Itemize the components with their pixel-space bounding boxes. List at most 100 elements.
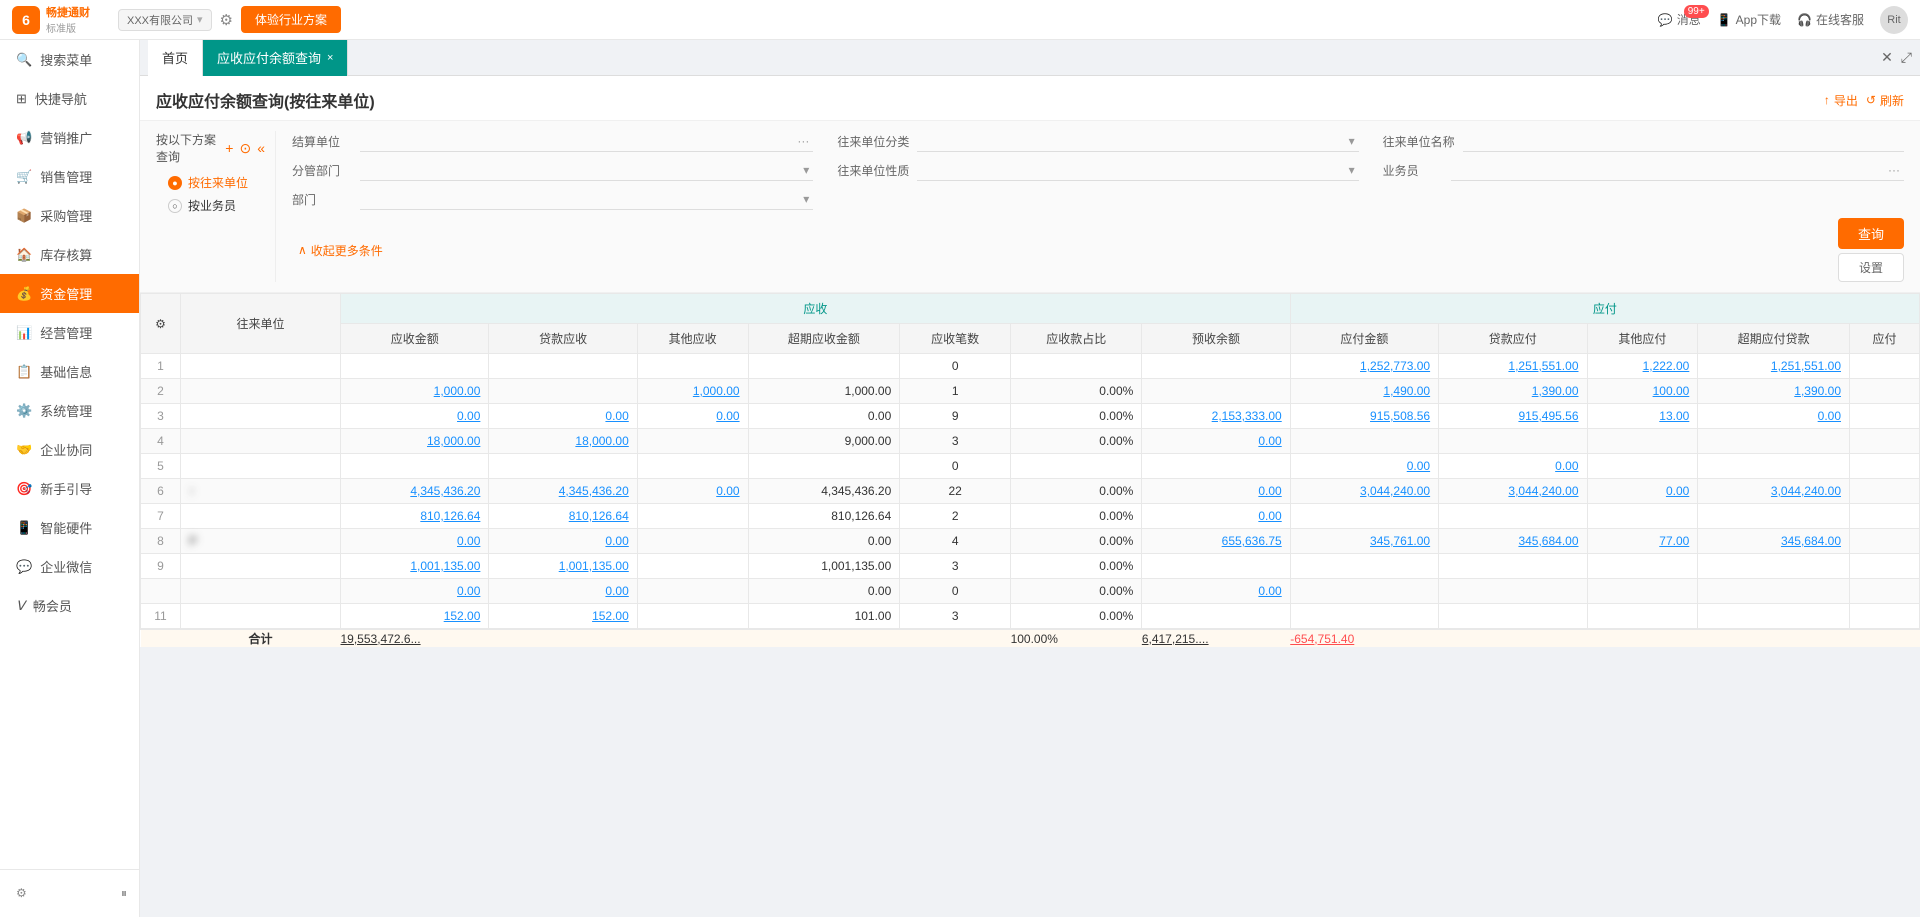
td-other-ar[interactable]: [637, 529, 748, 554]
td-ar-amount[interactable]: 0.00: [341, 579, 489, 604]
sidebar-item-sales[interactable]: 🛒 销售管理: [0, 157, 139, 196]
td-other-ap[interactable]: [1587, 604, 1698, 630]
unit-category-select[interactable]: ▾: [917, 131, 1358, 152]
sidebar-item-hardware[interactable]: 📱 智能硬件: [0, 508, 139, 547]
td-loan-ar[interactable]: 4,345,436.20: [489, 479, 637, 504]
tab-home[interactable]: 首页: [148, 40, 203, 76]
td-advance-balance[interactable]: 0.00: [1142, 479, 1290, 504]
td-overdue-ap[interactable]: [1698, 579, 1850, 604]
td-ap-amount[interactable]: [1290, 554, 1438, 579]
td-other-ap[interactable]: [1587, 554, 1698, 579]
td-ap-amount[interactable]: 345,761.00: [1290, 529, 1438, 554]
tab-close-icon[interactable]: ×: [327, 52, 333, 64]
sidebar-item-management[interactable]: 📊 经营管理: [0, 313, 139, 352]
td-loan-ap[interactable]: [1439, 504, 1587, 529]
td-ap-amount[interactable]: 3,044,240.00: [1290, 479, 1438, 504]
setting-button[interactable]: 设置: [1838, 253, 1904, 282]
sidebar-item-quicknav[interactable]: ⊞ 快捷导航: [0, 79, 139, 118]
td-loan-ar[interactable]: 0.00: [489, 404, 637, 429]
td-overdue-ap[interactable]: [1698, 604, 1850, 630]
td-advance-balance[interactable]: [1142, 354, 1290, 379]
td-loan-ap[interactable]: 0.00: [1439, 454, 1587, 479]
td-loan-ar[interactable]: [489, 354, 637, 379]
sidebar-item-enterprise[interactable]: 🤝 企业协同: [0, 430, 139, 469]
td-ap-amount[interactable]: 1,252,773.00: [1290, 354, 1438, 379]
app-download-button[interactable]: 📱 App下载: [1717, 11, 1781, 28]
td-loan-ap[interactable]: 1,251,551.00: [1439, 354, 1587, 379]
td-advance-balance[interactable]: 0.00: [1142, 504, 1290, 529]
td-other-ar[interactable]: [637, 429, 748, 454]
td-advance-balance[interactable]: [1142, 454, 1290, 479]
td-other-ap[interactable]: [1587, 504, 1698, 529]
td-advance-balance[interactable]: 2,153,333.00: [1142, 404, 1290, 429]
td-loan-ap[interactable]: [1439, 604, 1587, 630]
sidebar-item-purchase[interactable]: 📦 采购管理: [0, 196, 139, 235]
td-loan-ap[interactable]: [1439, 429, 1587, 454]
trial-button[interactable]: 体验行业方案: [241, 6, 341, 33]
td-overdue-ap[interactable]: 3,044,240.00: [1698, 479, 1850, 504]
td-overdue-ap[interactable]: [1698, 554, 1850, 579]
th-settings[interactable]: ⚙: [141, 294, 181, 354]
td-loan-ar[interactable]: 810,126.64: [489, 504, 637, 529]
sidebar-item-search[interactable]: 🔍 搜索菜单: [0, 40, 139, 79]
online-service-button[interactable]: 🎧 在线客服: [1797, 11, 1864, 28]
footer-advance-balance[interactable]: 6,417,215....: [1142, 629, 1290, 647]
sidebar-collapse[interactable]: ⏸: [105, 878, 139, 909]
message-button[interactable]: 💬 消息 99+: [1658, 11, 1701, 28]
td-ar-amount[interactable]: [341, 354, 489, 379]
td-ar-amount[interactable]: 1,000.00: [341, 379, 489, 404]
td-loan-ap[interactable]: [1439, 579, 1587, 604]
gear-icon[interactable]: ⚙: [220, 11, 233, 29]
td-other-ap[interactable]: 77.00: [1587, 529, 1698, 554]
dept-manager-select[interactable]: ▾: [360, 160, 813, 181]
td-advance-balance[interactable]: [1142, 604, 1290, 630]
sidebar-item-wechat[interactable]: 💬 企业微信: [0, 547, 139, 586]
settlement-input[interactable]: ···: [360, 131, 813, 152]
td-other-ap[interactable]: 1,222.00: [1587, 354, 1698, 379]
td-advance-balance[interactable]: [1142, 379, 1290, 404]
td-ap-amount[interactable]: [1290, 429, 1438, 454]
footer-ar-amount[interactable]: 19,553,472.6...: [341, 629, 489, 647]
td-other-ar[interactable]: 1,000.00: [637, 379, 748, 404]
td-loan-ap[interactable]: 915,495.56: [1439, 404, 1587, 429]
td-overdue-ap[interactable]: 1,251,551.00: [1698, 354, 1850, 379]
td-ap-amount[interactable]: [1290, 504, 1438, 529]
td-other-ar[interactable]: [637, 354, 748, 379]
td-overdue-ap[interactable]: [1698, 429, 1850, 454]
export-button[interactable]: ↑ 导出: [1824, 92, 1858, 109]
td-loan-ap[interactable]: 1,390.00: [1439, 379, 1587, 404]
td-ar-amount[interactable]: 0.00: [341, 529, 489, 554]
td-overdue-ap[interactable]: 1,390.00: [1698, 379, 1850, 404]
sidebar-item-warehouse[interactable]: 🏠 库存核算: [0, 235, 139, 274]
td-other-ar[interactable]: 0.00: [637, 479, 748, 504]
td-other-ap[interactable]: 13.00: [1587, 404, 1698, 429]
salesman-input[interactable]: ···: [1451, 160, 1904, 181]
sidebar-item-marketing[interactable]: 📢 营销推广: [0, 118, 139, 157]
user-avatar[interactable]: Rit: [1880, 6, 1908, 34]
td-other-ap[interactable]: [1587, 429, 1698, 454]
td-other-ap[interactable]: 0.00: [1587, 479, 1698, 504]
td-ap-amount[interactable]: 1,490.00: [1290, 379, 1438, 404]
td-loan-ar[interactable]: [489, 454, 637, 479]
td-loan-ar[interactable]: 0.00: [489, 529, 637, 554]
collapse-button[interactable]: ∧ 收起更多条件: [292, 236, 389, 265]
td-overdue-ap[interactable]: 345,684.00: [1698, 529, 1850, 554]
scheme-by-staff[interactable]: ○ 按业务员: [160, 194, 265, 217]
td-other-ap[interactable]: [1587, 454, 1698, 479]
td-other-ap[interactable]: 100.00: [1587, 379, 1698, 404]
tab-ar-ap[interactable]: 应收应付余额查询 ×: [203, 40, 348, 76]
dept-select[interactable]: ▾: [360, 189, 813, 210]
td-ar-amount[interactable]: [341, 454, 489, 479]
td-other-ar[interactable]: [637, 554, 748, 579]
sidebar-item-basic[interactable]: 📋 基础信息: [0, 352, 139, 391]
td-advance-balance[interactable]: [1142, 554, 1290, 579]
td-ap-amount[interactable]: [1290, 604, 1438, 630]
td-overdue-ap[interactable]: [1698, 504, 1850, 529]
td-loan-ar[interactable]: [489, 379, 637, 404]
sidebar-item-member[interactable]: Ⅴ 畅会员: [0, 586, 139, 625]
unit-name-input[interactable]: [1463, 131, 1904, 152]
td-other-ar[interactable]: 0.00: [637, 404, 748, 429]
sidebar-item-system[interactable]: ⚙️ 系统管理: [0, 391, 139, 430]
td-loan-ar[interactable]: 18,000.00: [489, 429, 637, 454]
td-ar-amount[interactable]: 152.00: [341, 604, 489, 630]
